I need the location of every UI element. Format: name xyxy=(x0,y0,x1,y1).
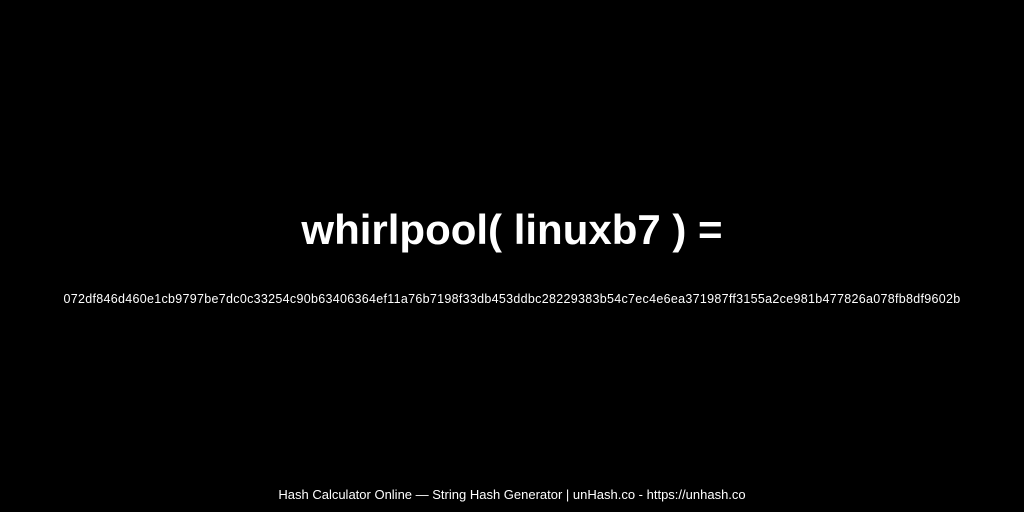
hash-output-value: 072df846d460e1cb9797be7dc0c33254c90b6340… xyxy=(63,292,960,306)
main-content: whirlpool( linuxb7 ) = 072df846d460e1cb9… xyxy=(0,0,1024,512)
footer-text: Hash Calculator Online — String Hash Gen… xyxy=(0,487,1024,502)
hash-expression: whirlpool( linuxb7 ) = xyxy=(301,206,722,254)
